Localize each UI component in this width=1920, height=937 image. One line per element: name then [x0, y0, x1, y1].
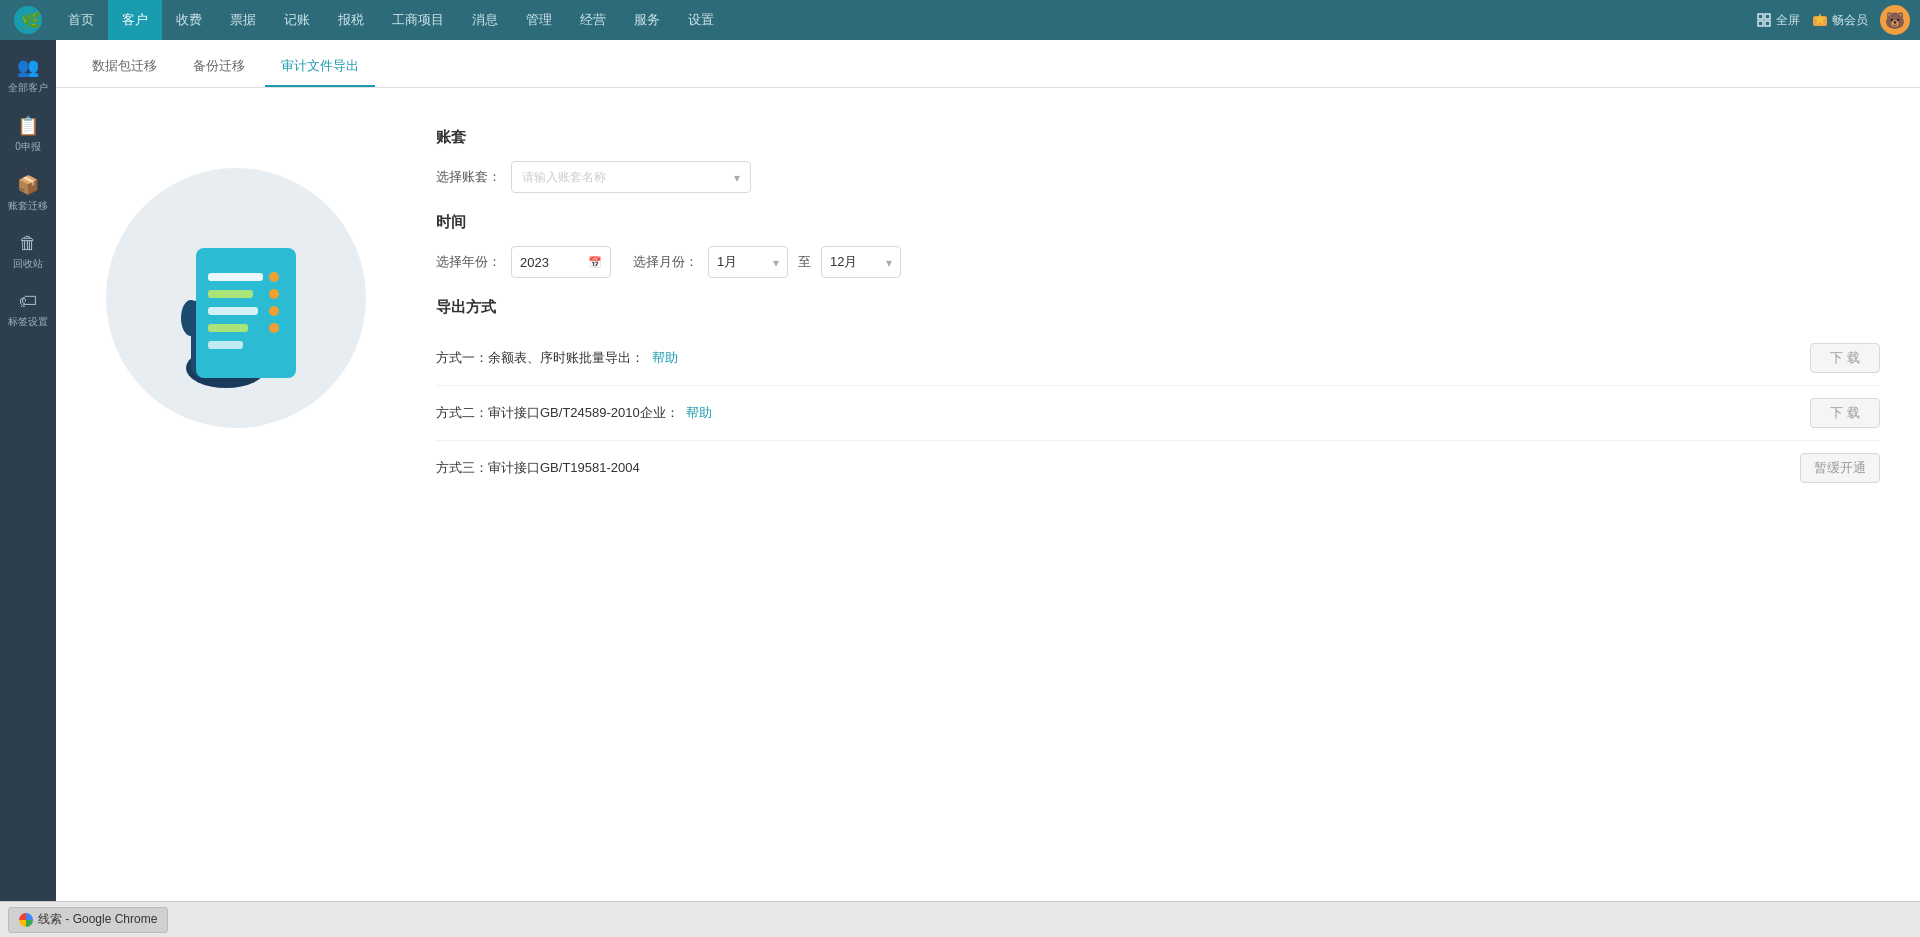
nav-tax[interactable]: 报税	[324, 0, 378, 40]
account-section-title: 账套	[436, 128, 1880, 147]
method-2-download-button[interactable]: 下 载	[1810, 398, 1880, 428]
sidebar-item-recycle[interactable]: 🗑 回收站	[0, 225, 56, 279]
nav-invoice[interactable]: 票据	[216, 0, 270, 40]
method-1-download-button[interactable]: 下 载	[1810, 343, 1880, 373]
sidebar-label-customers: 全部客户	[8, 81, 48, 95]
month-start-chevron	[773, 255, 779, 270]
time-row: 选择年份： 2023 📅 选择月份： 1月 至 12月	[436, 246, 1880, 278]
sidebar-item-all-customers[interactable]: 👥 全部客户	[0, 48, 56, 103]
month-end-select[interactable]: 12月	[821, 246, 901, 278]
svg-rect-13	[208, 290, 253, 298]
migration-icon: 📦	[17, 174, 39, 196]
illustration-area	[96, 158, 376, 438]
sidebar-label-tags: 标签设置	[8, 315, 48, 329]
nav-message[interactable]: 消息	[458, 0, 512, 40]
tab-audit-export[interactable]: 审计文件导出	[265, 47, 375, 87]
export-method-3: 方式三：审计接口GB/T19581-2004 暂缓开通	[436, 441, 1880, 495]
export-method-2: 方式二：审计接口GB/T24589-2010企业： 帮助 下 载	[436, 386, 1880, 441]
time-section-title: 时间	[436, 213, 1880, 232]
svg-rect-15	[208, 324, 248, 332]
nav-service[interactable]: 服务	[620, 0, 674, 40]
svg-rect-14	[208, 307, 258, 315]
nav-fee[interactable]: 收费	[162, 0, 216, 40]
sidebar-label-declare: 0申报	[15, 140, 41, 154]
nav-business[interactable]: 工商项目	[378, 0, 458, 40]
illustration-circle	[106, 168, 366, 428]
nav-home[interactable]: 首页	[54, 0, 108, 40]
svg-point-17	[269, 272, 279, 282]
tabs-bar: 数据包迁移 备份迁移 审计文件导出	[56, 40, 1920, 88]
year-value: 2023	[520, 255, 549, 270]
membership-label: 畅会员	[1832, 12, 1868, 29]
main-content: 账套 选择账套： 请输入账套名称 时间 选择年份： 2023 📅	[56, 88, 1920, 901]
year-input[interactable]: 2023 📅	[511, 246, 611, 278]
account-select-placeholder: 请输入账套名称	[522, 169, 606, 186]
account-select[interactable]: 请输入账套名称	[511, 161, 751, 193]
svg-point-18	[269, 289, 279, 299]
account-select-label: 选择账套：	[436, 168, 501, 186]
avatar[interactable]: 🐻	[1880, 5, 1910, 35]
membership-button[interactable]: 畅会员	[1812, 12, 1868, 29]
tab-backup-migration[interactable]: 备份迁移	[177, 47, 261, 87]
method-3-label: 方式三：审计接口GB/T19581-2004	[436, 459, 640, 477]
taskbar-chrome-item[interactable]: 线索 - Google Chrome	[8, 907, 168, 933]
sidebar-item-zero-declare[interactable]: 📋 0申报	[0, 107, 56, 162]
content-area: 数据包迁移 备份迁移 审计文件导出	[56, 40, 1920, 901]
sidebar-item-account-migration[interactable]: 📦 账套迁移	[0, 166, 56, 221]
form-area: 账套 选择账套： 请输入账套名称 时间 选择年份： 2023 📅	[436, 118, 1880, 495]
tab-data-migration[interactable]: 数据包迁移	[76, 47, 173, 87]
sidebar-label-migration: 账套迁移	[8, 199, 48, 213]
svg-rect-16	[208, 341, 243, 349]
nav-settings[interactable]: 设置	[674, 0, 728, 40]
svg-point-20	[269, 323, 279, 333]
month-end-value: 12月	[830, 253, 857, 271]
account-select-chevron	[734, 170, 740, 185]
method-3-coming-soon-button[interactable]: 暂缓开通	[1800, 453, 1880, 483]
svg-text:🌿: 🌿	[21, 11, 41, 30]
svg-rect-12	[208, 273, 263, 281]
chrome-icon	[19, 913, 33, 927]
fullscreen-label: 全屏	[1776, 12, 1800, 29]
svg-rect-3	[1765, 14, 1770, 19]
app-logo: 🌿	[10, 2, 46, 38]
to-label: 至	[798, 253, 811, 271]
taskbar-chrome-label: 线索 - Google Chrome	[38, 911, 157, 928]
calendar-icon: 📅	[588, 256, 602, 269]
method-2-label: 方式二：审计接口GB/T24589-2010企业： 帮助	[436, 404, 712, 422]
export-method-1: 方式一：余额表、序时账批量导出： 帮助 下 载	[436, 331, 1880, 386]
account-select-row: 选择账套： 请输入账套名称	[436, 161, 1880, 193]
svg-rect-2	[1758, 14, 1763, 19]
method-1-help[interactable]: 帮助	[652, 350, 678, 365]
year-label: 选择年份：	[436, 253, 501, 271]
month-start-value: 1月	[717, 253, 737, 271]
declare-icon: 📋	[17, 115, 39, 137]
sidebar: 👥 全部客户 📋 0申报 📦 账套迁移 🗑 回收站 🏷 标签设置	[0, 40, 56, 901]
nav-manage[interactable]: 管理	[512, 0, 566, 40]
customers-icon: 👥	[17, 56, 39, 78]
method-1-label: 方式一：余额表、序时账批量导出： 帮助	[436, 349, 678, 367]
export-section-title: 导出方式	[436, 298, 1880, 317]
svg-rect-5	[1765, 21, 1770, 26]
nav-items: 首页 客户 收费 票据 记账 报税 工商项目 消息 管理 经营 服务 设置	[54, 0, 1756, 40]
nav-customer[interactable]: 客户	[108, 0, 162, 40]
taskbar: 线索 - Google Chrome	[0, 901, 1920, 937]
svg-point-19	[269, 306, 279, 316]
nav-operation[interactable]: 经营	[566, 0, 620, 40]
top-nav: 🌿 首页 客户 收费 票据 记账 报税 工商项目 消息 管理 经营 服务 设置 …	[0, 0, 1920, 40]
sidebar-label-recycle: 回收站	[13, 257, 43, 271]
month-label: 选择月份：	[633, 253, 698, 271]
month-end-chevron	[886, 255, 892, 270]
main-layout: 👥 全部客户 📋 0申报 📦 账套迁移 🗑 回收站 🏷 标签设置 数据包迁移 备…	[0, 40, 1920, 901]
nav-accounting[interactable]: 记账	[270, 0, 324, 40]
right-actions: 全屏 畅会员 🐻	[1756, 5, 1910, 35]
month-start-select[interactable]: 1月	[708, 246, 788, 278]
tag-icon: 🏷	[19, 291, 37, 312]
method-2-help[interactable]: 帮助	[686, 405, 712, 420]
recycle-icon: 🗑	[19, 233, 37, 254]
svg-rect-4	[1758, 21, 1763, 26]
sidebar-item-tag-settings[interactable]: 🏷 标签设置	[0, 283, 56, 337]
fullscreen-button[interactable]: 全屏	[1756, 12, 1800, 29]
